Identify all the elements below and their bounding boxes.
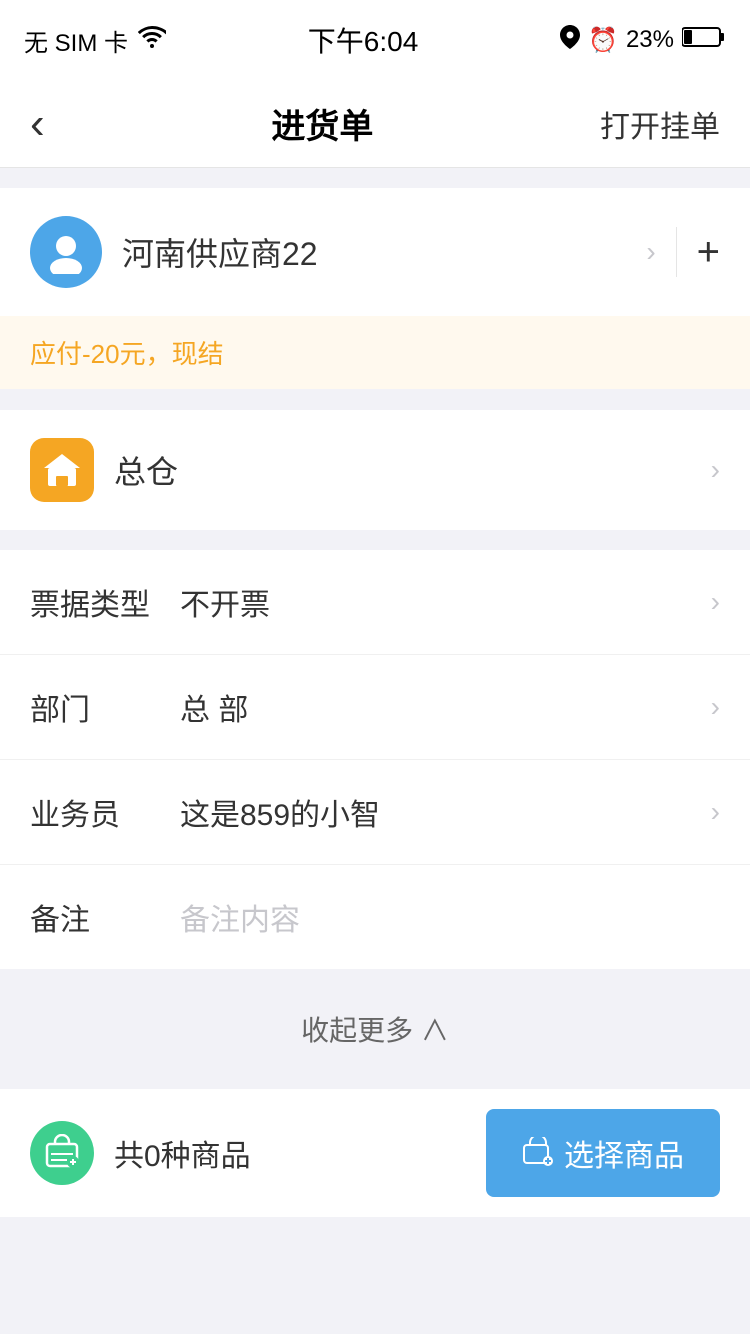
page-title: 进货单 [271,99,373,148]
select-product-label: 选择商品 [564,1131,684,1175]
select-product-icon [522,1137,554,1169]
salesperson-label: 业务员 [30,790,160,834]
supplier-row[interactable]: 河南供应商22 + [0,188,750,316]
warehouse-name: 总仓 [114,447,711,493]
salesperson-row[interactable]: 业务员 这是859的小智 [0,760,750,865]
open-pending-button[interactable]: 打开挂单 [600,102,720,146]
remark-row[interactable]: 备注 备注内容 [0,865,750,969]
remark-label: 备注 [30,895,160,939]
form-section: 票据类型 不开票 部门 总 部 业务员 这是859的小智 备注 备注内容 [0,550,750,969]
collapse-label: 收起更多 ∧ [301,1009,449,1049]
select-product-button[interactable]: 选择商品 [486,1109,720,1197]
supplier-name: 河南供应商22 [122,229,646,275]
warehouse-icon [30,438,94,502]
wifi-icon [138,26,166,55]
alert-text: 应付-20元，现结 [30,339,224,369]
nav-bar: ‹ 进货单 打开挂单 [0,80,750,168]
product-icon [30,1121,94,1185]
sim-label: 无 SIM 卡 [24,23,128,58]
salesperson-chevron-icon [711,796,720,828]
remark-input[interactable]: 备注内容 [160,895,720,939]
invoice-type-row[interactable]: 票据类型 不开票 [0,550,750,655]
battery-percent: 23% [626,26,674,54]
department-value: 总 部 [160,685,711,729]
supplier-avatar [30,216,102,288]
status-right: ⏰ 23% [560,25,726,56]
warehouse-card: 总仓 [0,409,750,530]
invoice-type-value: 不开票 [160,580,711,624]
alert-banner: 应付-20元，现结 [0,316,750,389]
alarm-icon: ⏰ [588,26,618,55]
bottom-bar: 共0种商品 选择商品 [0,1089,750,1217]
status-bar: 无 SIM 卡 下午6:04 ⏰ 23% [0,0,750,80]
battery-icon [682,26,726,55]
collapse-row[interactable]: 收起更多 ∧ [0,989,750,1069]
department-label: 部门 [30,685,160,729]
gap1 [0,168,750,188]
salesperson-value: 这是859的小智 [160,790,711,834]
invoice-type-chevron-icon [711,586,720,618]
location-icon [560,25,580,56]
supplier-card: 河南供应商22 + 应付-20元，现结 [0,188,750,389]
supplier-chevron-icon [646,236,655,268]
gap2 [0,389,750,409]
back-button[interactable]: ‹ [30,99,45,149]
department-row[interactable]: 部门 总 部 [0,655,750,760]
add-supplier-button[interactable]: + [697,230,720,275]
supplier-divider [676,227,677,277]
status-time: 下午6:04 [308,20,419,60]
warehouse-chevron-icon [711,454,720,486]
product-count: 共0种商品 [114,1131,486,1175]
status-left: 无 SIM 卡 [24,23,166,58]
department-chevron-icon [711,691,720,723]
warehouse-row[interactable]: 总仓 [0,409,750,530]
invoice-type-label: 票据类型 [30,580,160,624]
